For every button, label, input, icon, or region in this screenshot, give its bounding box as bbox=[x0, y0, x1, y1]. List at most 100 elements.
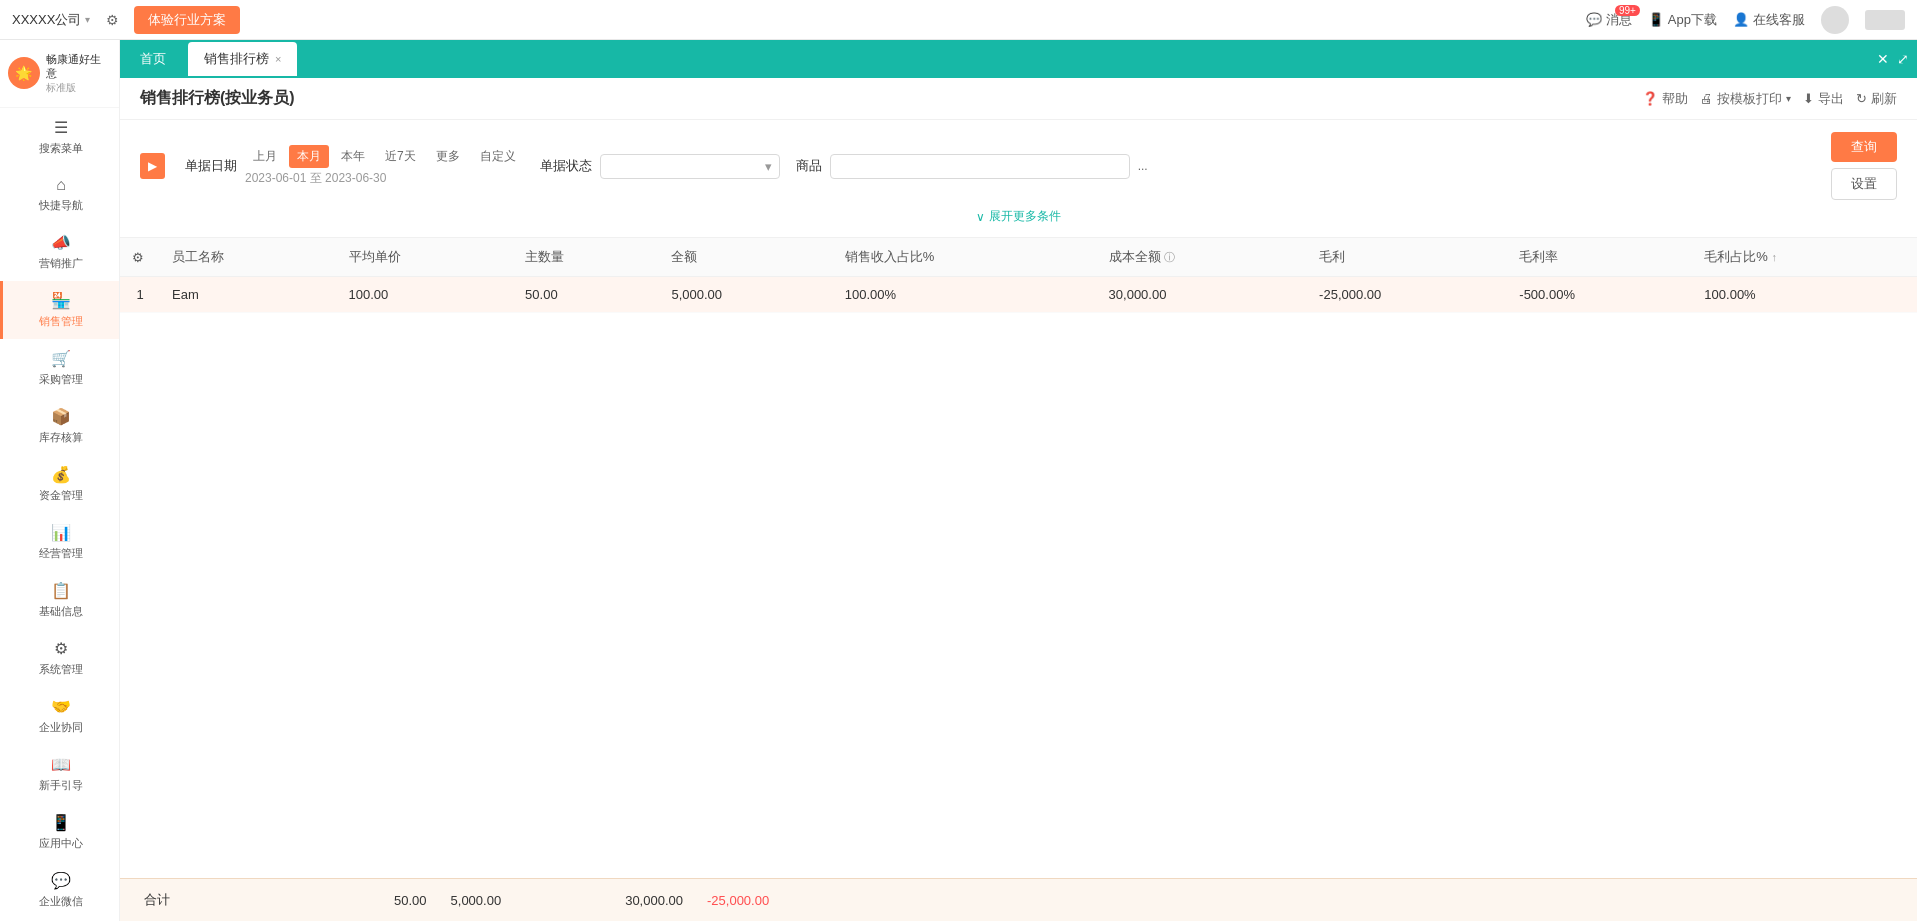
sidebar-item-search[interactable]: ☰ 搜索菜单 bbox=[0, 108, 119, 166]
tab-active[interactable]: 销售排行榜 × bbox=[188, 42, 297, 76]
logo-text-block: 畅康通好生意 标准版 bbox=[46, 52, 111, 95]
sidebar-item-label-quick-nav: 快捷导航 bbox=[39, 198, 83, 213]
sidebar-item-operations[interactable]: 📊 经营管理 bbox=[0, 513, 119, 571]
sidebar-item-onboarding[interactable]: 📖 新手引导 bbox=[0, 745, 119, 803]
date-range: 2023-06-01 至 2023-06-30 bbox=[245, 170, 524, 187]
table-row: 1 Eam 100.00 50.00 5,000.00 100.00% 30,0… bbox=[120, 277, 1917, 313]
company-selector[interactable]: XXXXX公司 ▾ bbox=[12, 11, 90, 29]
sidebar-item-basic-info[interactable]: 📋 基础信息 bbox=[0, 571, 119, 629]
operations-icon: 📊 bbox=[51, 523, 71, 542]
status-select[interactable] bbox=[600, 154, 780, 179]
logo-tag: 标准版 bbox=[46, 81, 111, 95]
sidebar-item-marketing[interactable]: 📣 营销推广 bbox=[0, 223, 119, 281]
sidebar-item-collab[interactable]: 🤝 企业协同 bbox=[0, 687, 119, 745]
user-name-placeholder bbox=[1865, 10, 1905, 30]
date-filter: 单据日期 上月 本月 本年 近7天 更多 自定义 2023-06-01 至 20… bbox=[185, 145, 524, 187]
refresh-action[interactable]: ↻ 刷新 bbox=[1856, 90, 1897, 108]
expand-row: ∨ 展开更多条件 bbox=[140, 208, 1897, 225]
footer-label: 合计 bbox=[132, 887, 182, 913]
cell-profit: -25,000.00 bbox=[1307, 277, 1507, 313]
date-tab-custom[interactable]: 自定义 bbox=[472, 145, 524, 168]
goods-input[interactable] bbox=[830, 154, 1130, 179]
export-label: 导出 bbox=[1818, 90, 1844, 108]
logo-icon: 🌟 bbox=[8, 57, 40, 89]
date-tab-this-year[interactable]: 本年 bbox=[333, 145, 373, 168]
app-download-btn[interactable]: 📱 App下载 bbox=[1648, 11, 1717, 29]
refresh-label: 刷新 bbox=[1871, 90, 1897, 108]
help-label: 帮助 bbox=[1662, 90, 1688, 108]
onboarding-icon: 📖 bbox=[51, 755, 71, 774]
sidebar-item-label-purchase: 采购管理 bbox=[39, 372, 83, 387]
enterprise-wechat-icon: 💬 bbox=[51, 871, 71, 890]
settings-icon[interactable]: ⚙ bbox=[98, 6, 126, 34]
sidebar-item-finance[interactable]: 💰 资金管理 bbox=[0, 455, 119, 513]
sidebar-item-inventory[interactable]: 📦 库存核算 bbox=[0, 397, 119, 455]
filter-toggle[interactable]: ▶ bbox=[140, 153, 165, 179]
tab-bar-right: ✕ ⤢ bbox=[1877, 51, 1917, 67]
message-btn[interactable]: 💬 消息 99+ bbox=[1586, 11, 1632, 29]
table-head: ⚙ 员工名称 平均单价 主数量 全额 销售收入占比% 成本全额 ⓘ 毛利 毛利率… bbox=[120, 238, 1917, 277]
footer-spacer-avg bbox=[302, 896, 382, 904]
sidebar-item-app-center[interactable]: 📱 应用中心 bbox=[0, 803, 119, 861]
page-content: 销售排行榜(按业务员) ❓ 帮助 🖨 按模板打印 ▾ ⬇ 导出 bbox=[120, 78, 1917, 921]
page-title: 销售排行榜(按业务员) bbox=[140, 88, 295, 109]
date-tab-this-month[interactable]: 本月 bbox=[289, 145, 329, 168]
settings-button[interactable]: 设置 bbox=[1831, 168, 1897, 200]
tab-active-label: 销售排行榜 bbox=[204, 50, 269, 68]
sidebar-item-quick-nav[interactable]: ⌂ 快捷导航 bbox=[0, 166, 119, 223]
th-cost: 成本全额 ⓘ bbox=[1097, 238, 1308, 277]
content-area: 首页 销售排行榜 × ✕ ⤢ 销售排行榜(按业务员) ❓ 帮助 bbox=[120, 40, 1917, 921]
table-wrapper: ⚙ 员工名称 平均单价 主数量 全额 销售收入占比% 成本全额 ⓘ 毛利 毛利率… bbox=[120, 238, 1917, 921]
query-button[interactable]: 查询 bbox=[1831, 132, 1897, 162]
tab-home[interactable]: 首页 bbox=[120, 42, 186, 76]
table-scroll: ⚙ 员工名称 平均单价 主数量 全额 销售收入占比% 成本全额 ⓘ 毛利 毛利率… bbox=[120, 238, 1917, 878]
cell-avg-price: 100.00 bbox=[337, 277, 514, 313]
service-icon: 👤 bbox=[1733, 12, 1749, 27]
print-label: 按模板打印 bbox=[1717, 90, 1782, 108]
tab-close-window-icon[interactable]: ✕ bbox=[1877, 51, 1889, 67]
date-tabs: 上月 本月 本年 近7天 更多 自定义 2023-06-01 至 2023-06… bbox=[245, 145, 524, 187]
sidebar-item-enterprise-wechat[interactable]: 💬 企业微信 bbox=[0, 861, 119, 919]
system-icon: ⚙ bbox=[54, 639, 68, 658]
company-arrow-icon: ▾ bbox=[85, 14, 90, 25]
filter-toggle-icon: ▶ bbox=[140, 153, 165, 179]
sidebar-item-label-operations: 经营管理 bbox=[39, 546, 83, 561]
th-profit-ratio: 毛利占比% ↑ bbox=[1692, 238, 1917, 277]
trial-button[interactable]: 体验行业方案 bbox=[134, 6, 240, 34]
sidebar-item-system[interactable]: ⚙ 系统管理 bbox=[0, 629, 119, 687]
action-buttons: 查询 设置 bbox=[1831, 132, 1897, 200]
page-header: 销售排行榜(按业务员) ❓ 帮助 🖨 按模板打印 ▾ ⬇ 导出 bbox=[120, 78, 1917, 120]
online-service-btn[interactable]: 👤 在线客服 bbox=[1733, 11, 1805, 29]
cell-sales-ratio: 100.00% bbox=[833, 277, 1097, 313]
print-action[interactable]: 🖨 按模板打印 ▾ bbox=[1700, 90, 1791, 108]
table-footer: 合计 50.00 5,000.00 30,000.00 -25,000.00 bbox=[120, 878, 1917, 921]
sidebar-item-purchase[interactable]: 🛒 采购管理 bbox=[0, 339, 119, 397]
th-profit: 毛利 bbox=[1307, 238, 1507, 277]
avatar[interactable] bbox=[1821, 6, 1849, 34]
footer-spacer-ratio bbox=[513, 896, 613, 904]
tab-expand-icon[interactable]: ⤢ bbox=[1897, 51, 1909, 67]
status-label: 单据状态 bbox=[540, 157, 592, 175]
company-name: XXXXX公司 bbox=[12, 11, 81, 29]
date-tab-last-month[interactable]: 上月 bbox=[245, 145, 285, 168]
goods-more-btn[interactable]: ... bbox=[1138, 159, 1148, 173]
search-menu-icon: ☰ bbox=[54, 118, 68, 137]
goods-label: 商品 bbox=[796, 157, 822, 175]
th-settings[interactable]: ⚙ bbox=[120, 238, 160, 277]
date-tab-7days[interactable]: 近7天 bbox=[377, 145, 424, 168]
filter-row: ▶ 单据日期 上月 本月 本年 近7天 更多 自定义 bbox=[140, 132, 1897, 200]
inventory-icon: 📦 bbox=[51, 407, 71, 426]
app-center-icon: 📱 bbox=[51, 813, 71, 832]
message-badge: 99+ bbox=[1615, 5, 1640, 16]
th-amount: 全额 bbox=[659, 238, 832, 277]
cell-profit-rate: -500.00% bbox=[1507, 277, 1692, 313]
sidebar-item-sales[interactable]: 🏪 销售管理 bbox=[0, 281, 119, 339]
expand-btn[interactable]: ∨ 展开更多条件 bbox=[976, 208, 1061, 225]
date-tab-more[interactable]: 更多 bbox=[428, 145, 468, 168]
export-icon: ⬇ bbox=[1803, 91, 1814, 106]
tab-close-btn[interactable]: × bbox=[275, 53, 281, 65]
sidebar-item-label-enterprise-wechat: 企业微信 bbox=[39, 894, 83, 909]
help-action[interactable]: ❓ 帮助 bbox=[1642, 90, 1688, 108]
export-action[interactable]: ⬇ 导出 bbox=[1803, 90, 1844, 108]
page-header-actions: ❓ 帮助 🖨 按模板打印 ▾ ⬇ 导出 ↻ 刷新 bbox=[1642, 90, 1897, 108]
